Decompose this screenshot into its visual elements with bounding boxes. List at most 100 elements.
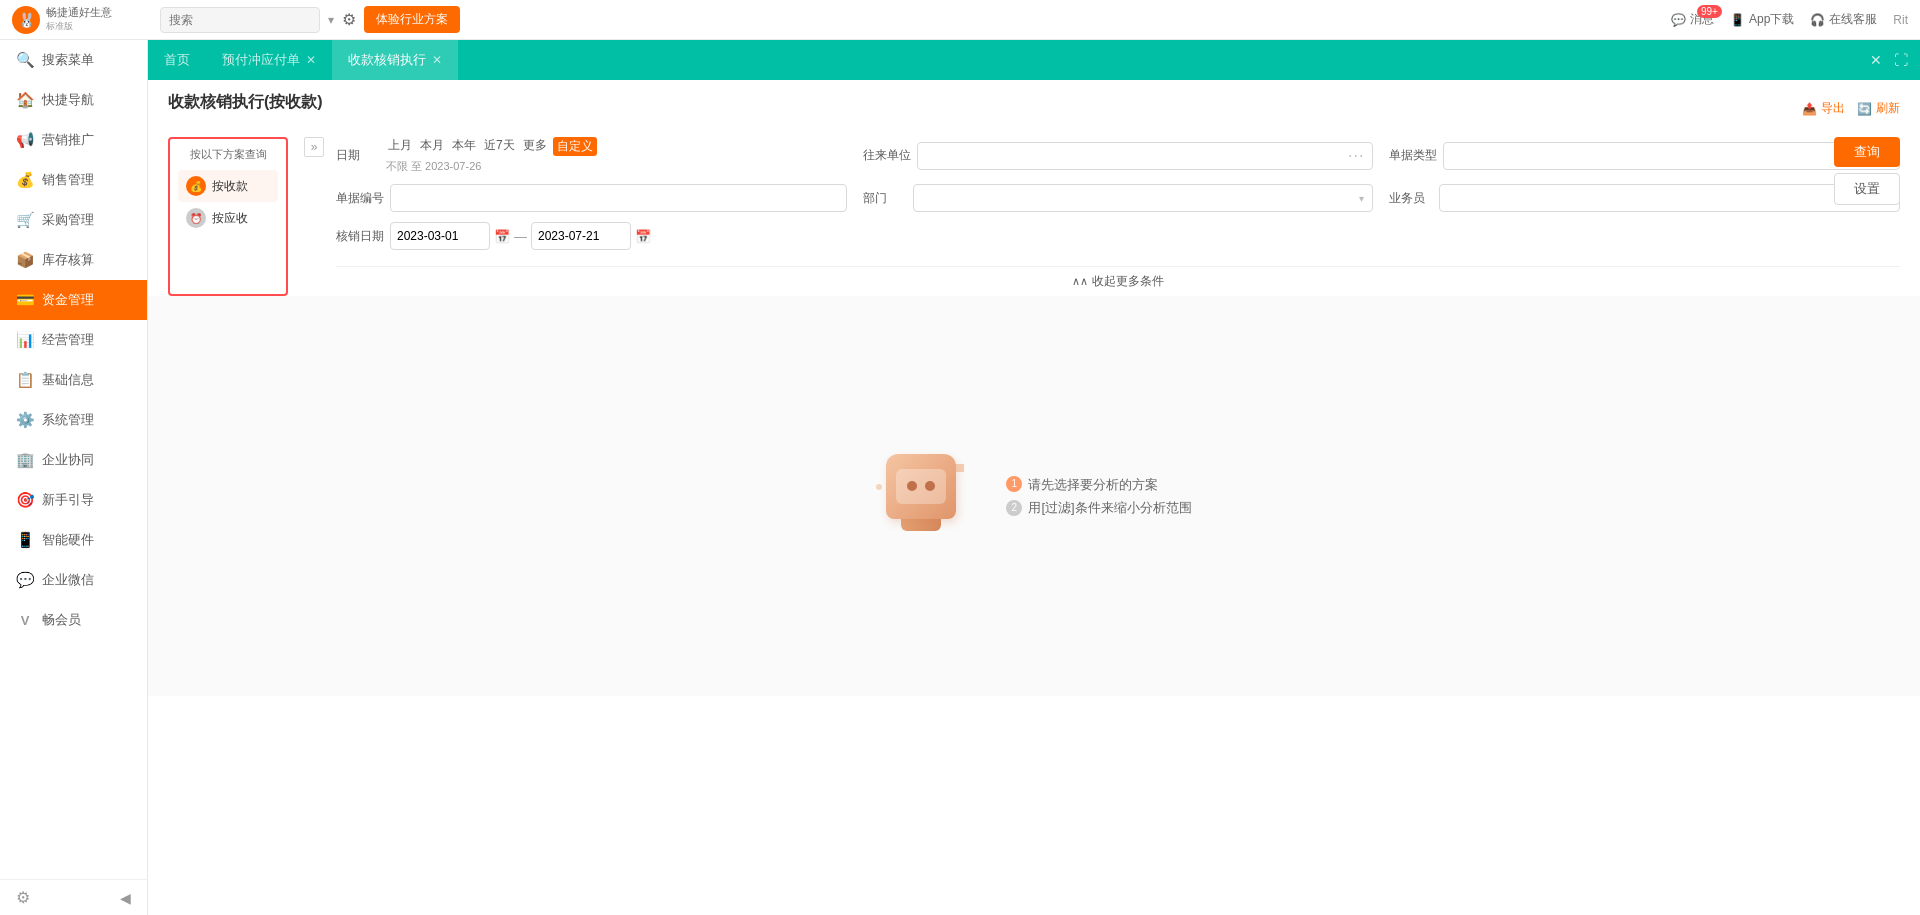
cancel-date-input-wrap: 📅 — 📅 [390,222,651,250]
collapse-more-label: 收起更多条件 [1092,273,1164,290]
doc-type-label: 单据类型 [1389,147,1437,164]
logo-icon: 🐰 [12,6,40,34]
date-label: 日期 [336,147,380,164]
dept-label: 部门 [863,190,907,207]
sidebar-item-basic-info[interactable]: 📋 基础信息 [0,360,147,400]
cal-from-icon[interactable]: 📅 [494,229,510,244]
empty-state: 1 请先选择要分析的方案 2 用[过滤]条件来缩小分析范围 [148,296,1920,696]
shortcut-custom[interactable]: 自定义 [553,137,597,156]
app-download-label: App下载 [1749,11,1794,28]
sidebar-label-inventory: 库存核算 [42,251,94,269]
export-btn[interactable]: 📤 导出 [1802,100,1845,117]
cal-to-icon[interactable]: 📅 [635,229,651,244]
finance-icon: 💳 [16,291,34,309]
settings-btn[interactable]: 设置 [1834,173,1900,205]
tab-prepay-close[interactable]: ✕ [306,53,316,67]
sidebar-item-guide[interactable]: 🎯 新手引导 [0,480,147,520]
sidebar-item-enterprise[interactable]: 🏢 企业协同 [0,440,147,480]
sidebar-item-finance[interactable]: 💳 资金管理 [0,280,147,320]
filter-row-2: 单据编号 部门 ▾ 业务员 [336,184,1900,212]
query-btn[interactable]: 查询 [1834,137,1900,167]
enterprise-icon: 🏢 [16,451,34,469]
dept-select[interactable]: ▾ [913,184,1374,212]
export-refresh-wrap: 📤 导出 🔄 刷新 [1802,100,1900,117]
doc-no-input[interactable] [390,184,847,212]
close-window-icon[interactable]: ✕ [1866,48,1886,72]
filter-row-1: 日期 上月 本月 本年 近7天 更多 自定义 不限 至 [336,137,1900,174]
user-name[interactable]: Rit [1893,13,1908,27]
robot-eye-left [907,481,917,491]
message-btn[interactable]: 💬 消息 99+ [1671,11,1714,28]
sidebar-item-member[interactable]: V 畅会员 [0,600,147,640]
counterparty-dots-icon[interactable]: ··· [1348,147,1364,165]
online-service-btn[interactable]: 🎧 在线客服 [1810,11,1877,28]
sidebar-settings-icon[interactable]: ⚙ [16,888,30,907]
query-mode-by-receivable[interactable]: ⏰ 按应收 [178,202,278,234]
sidebar-item-quick-nav[interactable]: 🏠 快捷导航 [0,80,147,120]
industry-btn[interactable]: 体验行业方案 [364,6,460,33]
sidebar-item-wechat[interactable]: 💬 企业微信 [0,560,147,600]
hint-num-1: 1 [1006,476,1022,492]
shortcut-more[interactable]: 更多 [521,137,549,156]
export-label: 导出 [1821,100,1845,117]
guide-icon: 🎯 [16,491,34,509]
sidebar-item-system[interactable]: ⚙️ 系统管理 [0,400,147,440]
cancel-date-to-input[interactable] [531,222,631,250]
cancel-date-label: 核销日期 [336,228,384,245]
page-title: 收款核销执行(按收款) [168,92,323,113]
sidebar-item-marketing[interactable]: 📢 营销推广 [0,120,147,160]
shortcut-last-month[interactable]: 上月 [386,137,414,156]
dept-filter-cell: 部门 ▾ [863,184,1374,212]
shortcut-this-month[interactable]: 本月 [418,137,446,156]
sidebar-item-operation[interactable]: 📊 经营管理 [0,320,147,360]
tab-receipt-cancel-close[interactable]: ✕ [432,53,442,67]
robot-eye-right [925,481,935,491]
basic-info-icon: 📋 [16,371,34,389]
shortcut-7days[interactable]: 近7天 [482,137,517,156]
header-right-actions: ✕ ⛶ [1866,48,1920,72]
counterparty-input[interactable] [926,149,1348,163]
sidebar-item-search-menu[interactable]: 🔍 搜索菜单 [0,40,147,80]
dept-chevron-icon: ▾ [1359,193,1364,204]
search-input[interactable] [160,7,320,33]
empty-hints: 1 请先选择要分析的方案 2 用[过滤]条件来缩小分析范围 [1006,473,1191,520]
query-mode-by-receipt[interactable]: 💰 按收款 [178,170,278,202]
gear-icon[interactable]: ⚙ [342,10,356,29]
sidebar-item-sales[interactable]: 💰 销售管理 [0,160,147,200]
maximize-icon[interactable]: ⛶ [1890,48,1912,72]
collapse-left-panel-btn[interactable]: » [304,137,324,157]
sidebar-collapse-icon[interactable]: ◀ [120,890,131,906]
collapse-more-btn[interactable]: ∧∧ 收起更多条件 [336,266,1900,296]
tab-receipt-cancel[interactable]: 收款核销执行 ✕ [332,40,458,80]
staff-input[interactable] [1448,191,1874,205]
cancel-date-from-input[interactable] [390,222,490,250]
receipt-mode-label: 按收款 [212,178,248,195]
refresh-btn[interactable]: 🔄 刷新 [1857,100,1900,117]
online-service-label: 在线客服 [1829,11,1877,28]
tab-prepay[interactable]: 预付冲应付单 ✕ [206,40,332,80]
hint-text-2: 用[过滤]条件来缩小分析范围 [1028,496,1191,519]
inventory-icon: 📦 [16,251,34,269]
tab-prepay-label: 预付冲应付单 [222,51,300,69]
operation-icon: 📊 [16,331,34,349]
sidebar-label-enterprise: 企业协同 [42,451,94,469]
chevron-down-icon[interactable]: ▾ [328,13,334,27]
sidebar-item-hardware[interactable]: 📱 智能硬件 [0,520,147,560]
sidebar-label-sales: 销售管理 [42,171,94,189]
sidebar-item-inventory[interactable]: 📦 库存核算 [0,240,147,280]
empty-content: 1 请先选择要分析的方案 2 用[过滤]条件来缩小分析范围 [876,454,1191,539]
sidebar-label-system: 系统管理 [42,411,94,429]
sidebar-bottom: ⚙ ◀ [0,879,147,915]
main-area: 首页 预付冲应付单 ✕ 收款核销执行 ✕ ✕ ⛶ 收款核销执行(按收款) 📤 导… [148,40,1920,915]
sidebar-label-marketing: 营销推广 [42,131,94,149]
tab-home[interactable]: 首页 [148,40,206,80]
page-title-bar: 收款核销执行(按收款) 📤 导出 🔄 刷新 [148,80,1920,125]
filter-row-3: 核销日期 📅 — 📅 [336,222,1900,250]
doc-type-select[interactable]: ▾ [1443,142,1900,170]
sidebar-item-purchase[interactable]: 🛒 采购管理 [0,200,147,240]
shortcut-this-year[interactable]: 本年 [450,137,478,156]
doc-no-filter-cell: 单据编号 [336,184,847,212]
date-separator: — [514,229,527,244]
app-download-btn[interactable]: 📱 App下载 [1730,11,1794,28]
empty-hint-1: 1 请先选择要分析的方案 [1006,473,1191,496]
